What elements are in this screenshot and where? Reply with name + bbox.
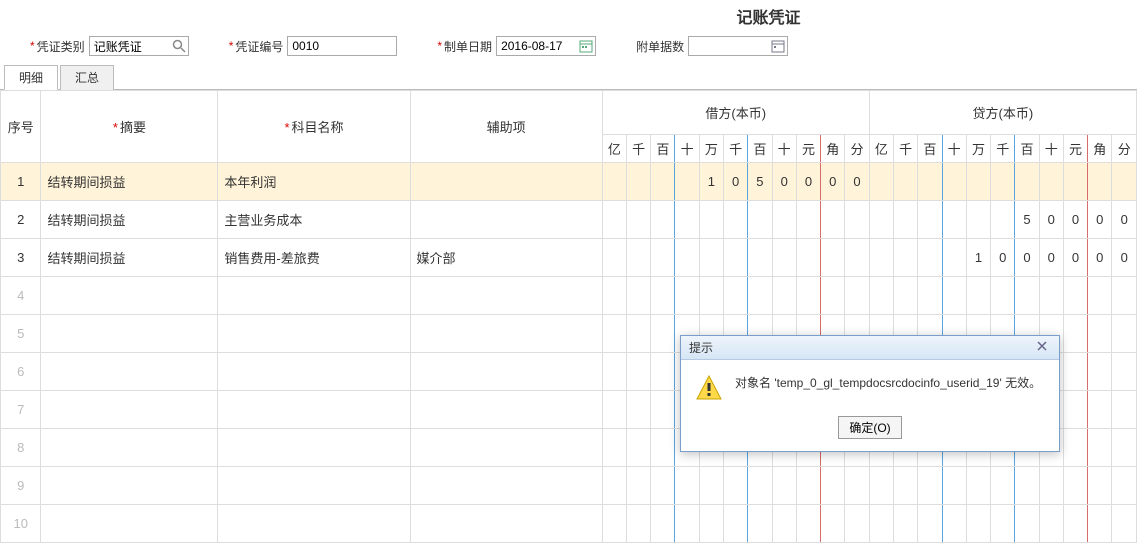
- unit-header: 百: [748, 135, 772, 163]
- unit-header: 角: [821, 135, 845, 163]
- col-debit: 借方(本币): [602, 91, 869, 135]
- unit-header: 百: [1015, 135, 1039, 163]
- required-mark: *: [30, 39, 35, 53]
- col-subject: *科目名称: [218, 91, 410, 163]
- unit-header: 元: [1063, 135, 1087, 163]
- calendar-icon[interactable]: [770, 38, 786, 54]
- unit-header: 十: [1039, 135, 1063, 163]
- unit-header: 十: [772, 135, 796, 163]
- unit-header: 十: [942, 135, 966, 163]
- ok-button[interactable]: 确定(O): [838, 416, 901, 439]
- table-row[interactable]: 4: [1, 277, 1137, 315]
- tabs: 明细 汇总: [0, 64, 1137, 90]
- close-icon[interactable]: [1035, 339, 1051, 355]
- col-credit: 贷方(本币): [869, 91, 1136, 135]
- unit-header: 千: [991, 135, 1015, 163]
- table-row[interactable]: 9: [1, 467, 1137, 505]
- unit-header: 亿: [869, 135, 893, 163]
- label-voucher-no: 凭证编号: [235, 38, 283, 55]
- unit-header: 万: [699, 135, 723, 163]
- required-mark: *: [437, 39, 442, 53]
- warning-icon: [695, 374, 723, 402]
- label-voucher-type: 凭证类别: [37, 38, 85, 55]
- page-title: 记账凭证: [400, 0, 1137, 34]
- unit-header: 百: [918, 135, 942, 163]
- unit-header: 百: [651, 135, 675, 163]
- header-form: * 凭证类别 * 凭证编号 * 制单日期 附单据数: [0, 34, 1137, 64]
- unit-header: 万: [966, 135, 990, 163]
- label-date: 制单日期: [444, 38, 492, 55]
- required-mark: *: [229, 39, 234, 53]
- table-row[interactable]: 10: [1, 505, 1137, 543]
- dialog-message: 对象名 'temp_0_gl_tempdocsrcdocinfo_userid_…: [735, 374, 1041, 402]
- unit-header: 千: [724, 135, 748, 163]
- table-row[interactable]: 3结转期间损益销售费用-差旅费媒介部1000000: [1, 239, 1137, 277]
- unit-header: 千: [894, 135, 918, 163]
- dialog-title: 提示: [689, 339, 713, 356]
- unit-header: 亿: [602, 135, 626, 163]
- tab-detail[interactable]: 明细: [4, 65, 58, 90]
- col-aux: 辅助项: [410, 91, 602, 163]
- table-row[interactable]: 2结转期间损益主营业务成本50000: [1, 201, 1137, 239]
- search-icon[interactable]: [171, 38, 187, 54]
- unit-header: 千: [626, 135, 650, 163]
- label-attachments: 附单据数: [636, 38, 684, 55]
- alert-dialog: 提示 对象名 'temp_0_gl_tempdocsrcdocinfo_user…: [680, 335, 1060, 452]
- unit-header: 角: [1088, 135, 1112, 163]
- col-seq: 序号: [1, 91, 41, 163]
- unit-header: 十: [675, 135, 699, 163]
- table-row[interactable]: 1结转期间损益本年利润1050000: [1, 163, 1137, 201]
- unit-header: 分: [1112, 135, 1137, 163]
- voucher-grid: 序号 *摘要 *科目名称 辅助项 借方(本币) 贷方(本币) 亿千百十万千百十元…: [0, 90, 1137, 543]
- unit-header: 分: [845, 135, 869, 163]
- tab-summary[interactable]: 汇总: [60, 65, 114, 90]
- voucher-no-input[interactable]: [287, 36, 397, 56]
- col-summary: *摘要: [41, 91, 218, 163]
- unit-header: 元: [796, 135, 820, 163]
- calendar-icon[interactable]: [578, 38, 594, 54]
